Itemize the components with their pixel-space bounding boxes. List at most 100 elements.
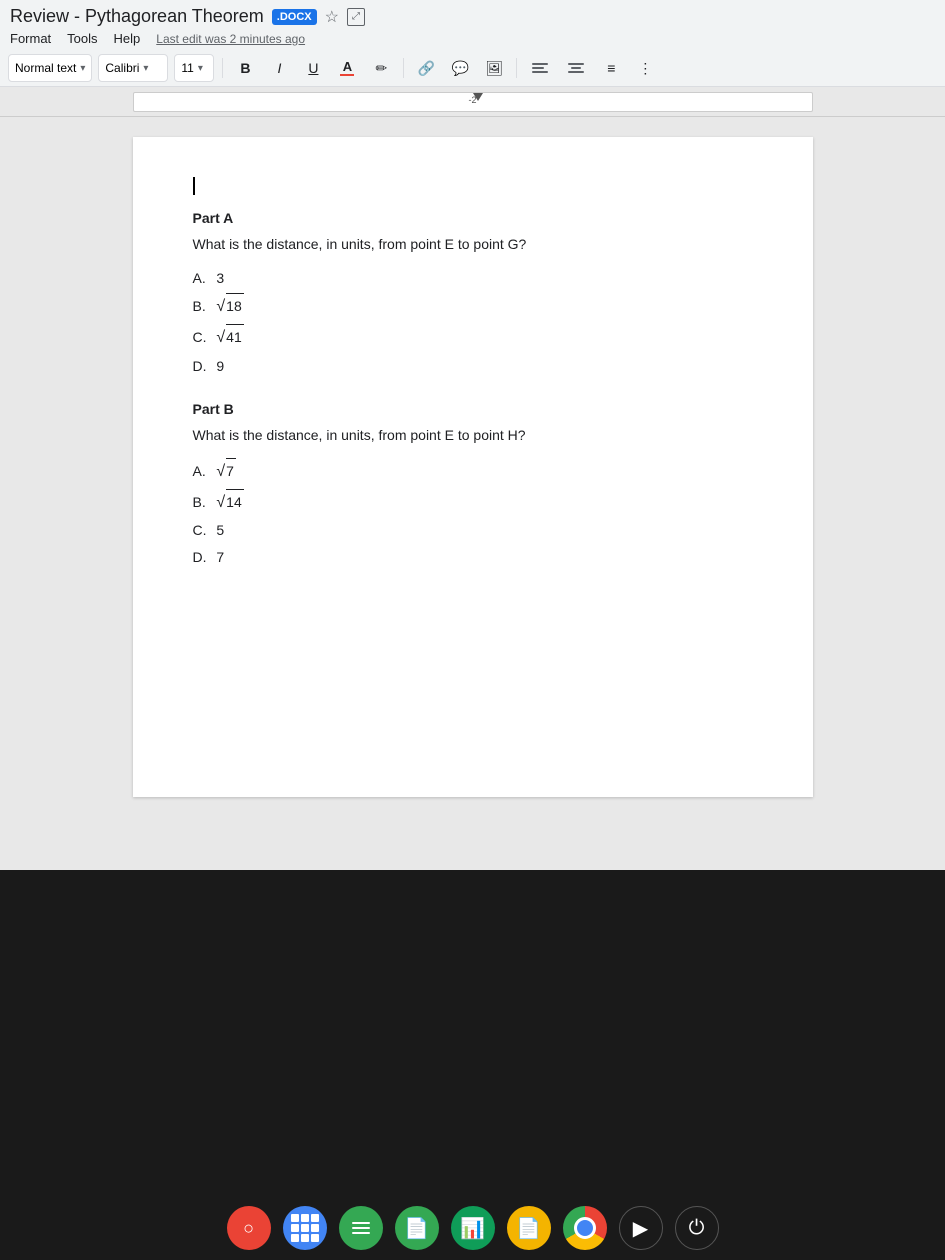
document-content: Part A What is the distance, in units, f… bbox=[0, 117, 945, 817]
sqrt-number-b-b: 14 bbox=[226, 489, 244, 513]
part-b-option-b-value: √14 bbox=[216, 489, 243, 516]
part-b-heading: Part B bbox=[193, 401, 753, 417]
part-b-option-a: A. √7 bbox=[193, 458, 753, 485]
ruler-inner: -2 bbox=[133, 92, 813, 112]
edit-button[interactable]: ✏ bbox=[367, 54, 395, 82]
align-left-button[interactable] bbox=[525, 54, 555, 82]
sqrt-number-b-a: 7 bbox=[226, 458, 236, 482]
image-icon: 🖼 bbox=[486, 60, 504, 77]
part-b-option-c: C. 5 bbox=[193, 519, 753, 541]
italic-button[interactable]: I bbox=[265, 54, 293, 82]
part-b-option-d-label: D. bbox=[193, 546, 213, 568]
option-b-value: √18 bbox=[216, 293, 243, 320]
divider-2 bbox=[403, 58, 404, 78]
star-icon[interactable]: ☆ bbox=[325, 7, 339, 27]
orange-doc-symbol: 📄 bbox=[516, 1216, 541, 1241]
option-a-value: 3 bbox=[216, 270, 224, 286]
toolbar: Normal text ▾ Calibri ▾ 11 ▾ B I U A bbox=[0, 50, 945, 87]
align-center-icon bbox=[565, 60, 587, 76]
menu-help[interactable]: Help bbox=[114, 31, 141, 46]
align-center-line-3 bbox=[568, 71, 584, 73]
font-size-dropdown[interactable]: 11 ▾ bbox=[174, 54, 214, 82]
part-a-option-a: A. 3 bbox=[193, 267, 753, 289]
text-color-a-icon: A bbox=[340, 60, 354, 76]
part-b-question: What is the distance, in units, from poi… bbox=[193, 425, 753, 446]
part-b-option-a-label: A. bbox=[193, 460, 213, 482]
align-center-line-1 bbox=[568, 63, 584, 65]
lines-symbol bbox=[352, 1222, 370, 1234]
style-dropdown[interactable]: Normal text ▾ bbox=[8, 54, 92, 82]
option-c-value: √41 bbox=[216, 324, 243, 351]
docx-badge: .DOCX bbox=[272, 9, 317, 25]
link-button[interactable]: 🔗 bbox=[412, 54, 440, 82]
red-circle-icon[interactable]: ○ bbox=[227, 1206, 271, 1250]
option-d-label: D. bbox=[193, 355, 213, 377]
sqrt-number-b: 18 bbox=[226, 293, 244, 317]
option-a-label: A. bbox=[193, 267, 213, 289]
part-b-option-d: D. 7 bbox=[193, 546, 753, 568]
red-icon-symbol: ○ bbox=[243, 1218, 254, 1239]
part-b-option-d-value: 7 bbox=[216, 549, 224, 565]
option-d-value: 9 bbox=[216, 358, 224, 374]
part-b-option-c-label: C. bbox=[193, 519, 213, 541]
ruler: -2 bbox=[0, 87, 945, 117]
align-left-icon bbox=[529, 60, 551, 76]
green-doc-icon[interactable]: 📄 bbox=[395, 1206, 439, 1250]
sqrt-radical-b: √ bbox=[216, 294, 225, 320]
part-b-option-c-value: 5 bbox=[216, 522, 224, 538]
last-edit-text: Last edit was 2 minutes ago bbox=[156, 32, 305, 46]
comment-icon: 💬 bbox=[452, 60, 469, 77]
text-cursor bbox=[193, 177, 753, 210]
line-spacing-button[interactable]: ≡ bbox=[597, 54, 625, 82]
align-line-2 bbox=[532, 67, 544, 69]
sqrt-radical-b-b: √ bbox=[216, 490, 225, 516]
lines-menu-icon[interactable] bbox=[339, 1206, 383, 1250]
underline-button[interactable]: U bbox=[299, 54, 327, 82]
pencil-icon: ✏ bbox=[376, 60, 388, 77]
orange-doc-icon[interactable]: 📄 bbox=[507, 1206, 551, 1250]
document-area: Review - Pythagorean Theorem .DOCX ☆ ⤢ F… bbox=[0, 0, 945, 870]
line-spacing-icon: ≡ bbox=[607, 60, 615, 76]
more-options-button[interactable]: ⋮ bbox=[631, 54, 659, 82]
text-color-underline bbox=[340, 74, 354, 76]
option-b-label: B. bbox=[193, 295, 213, 317]
document-title: Review - Pythagorean Theorem bbox=[10, 6, 264, 27]
font-size-arrow: ▾ bbox=[198, 63, 203, 74]
part-a-options: A. 3 B. √18 C. √41 bbox=[193, 267, 753, 377]
power-button-icon[interactable]: ⏻ bbox=[675, 1206, 719, 1250]
image-button[interactable]: 🖼 bbox=[480, 54, 508, 82]
more-options-icon: ⋮ bbox=[638, 60, 652, 77]
part-a-heading: Part A bbox=[193, 210, 753, 226]
title-bar: Review - Pythagorean Theorem .DOCX ☆ ⤢ F… bbox=[0, 0, 945, 50]
grid-symbol bbox=[291, 1214, 319, 1242]
document-page: Part A What is the distance, in units, f… bbox=[133, 137, 813, 797]
font-dropdown[interactable]: Calibri ▾ bbox=[98, 54, 168, 82]
option-c-label: C. bbox=[193, 326, 213, 348]
play-button-icon[interactable]: ▶ bbox=[619, 1206, 663, 1250]
green-sheets-icon[interactable]: 📊 bbox=[451, 1206, 495, 1250]
expand-icon[interactable]: ⤢ bbox=[347, 8, 365, 26]
grid-app-icon[interactable] bbox=[283, 1206, 327, 1250]
divider-3 bbox=[516, 58, 517, 78]
align-center-button[interactable] bbox=[561, 54, 591, 82]
comment-button[interactable]: 💬 bbox=[446, 54, 474, 82]
taskbar: ○ 📄 📊 📄 bbox=[0, 870, 945, 1260]
sqrt-number-c: 41 bbox=[226, 324, 244, 348]
menu-format[interactable]: Format bbox=[10, 31, 51, 46]
cursor-blink bbox=[193, 177, 195, 195]
link-icon: 🔗 bbox=[418, 60, 435, 77]
part-a-option-b: B. √18 bbox=[193, 293, 753, 320]
bold-button[interactable]: B bbox=[231, 54, 259, 82]
chrome-browser-icon[interactable] bbox=[563, 1206, 607, 1250]
power-symbol: ⏻ bbox=[689, 1217, 705, 1240]
menu-tools[interactable]: Tools bbox=[67, 31, 97, 46]
part-a-option-c: C. √41 bbox=[193, 324, 753, 351]
font-label: Calibri bbox=[105, 61, 139, 75]
text-color-button[interactable]: A bbox=[333, 54, 361, 82]
text-color-a-letter: A bbox=[343, 60, 352, 73]
style-label: Normal text bbox=[15, 61, 76, 75]
part-a-option-d: D. 9 bbox=[193, 355, 753, 377]
align-line-1 bbox=[532, 63, 548, 65]
green-sheets-symbol: 📊 bbox=[460, 1216, 485, 1241]
play-symbol: ▶ bbox=[633, 1216, 648, 1241]
